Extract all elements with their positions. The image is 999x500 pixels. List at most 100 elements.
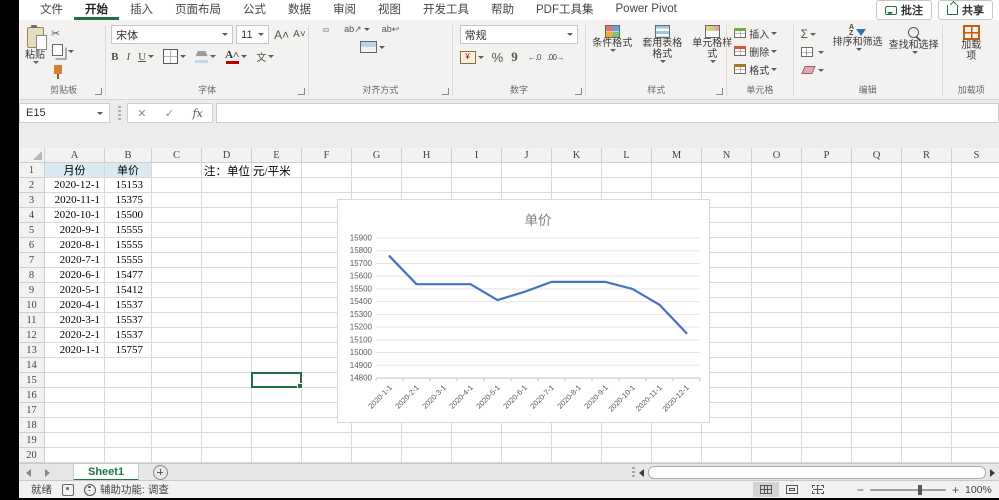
cell-Q19[interactable] [852, 433, 902, 448]
grow-font-button[interactable]: A˄ [274, 28, 289, 42]
cell-B5[interactable]: 15555 [105, 223, 152, 238]
cell-B14[interactable] [105, 358, 152, 373]
hscroll-left-button[interactable] [639, 469, 644, 477]
tab-Power Pivot[interactable]: Power Pivot [605, 0, 688, 20]
sort-filter-button[interactable]: AZ 排序和筛选 [830, 24, 886, 52]
cell-C6[interactable] [152, 238, 202, 253]
sheet-scroll-left-button[interactable] [26, 469, 31, 477]
cell-D2[interactable] [202, 178, 252, 193]
cell-B8[interactable]: 15477 [105, 268, 152, 283]
conditional-formatting-button[interactable]: 条件格式 [587, 24, 637, 53]
cell-P17[interactable] [802, 403, 852, 418]
sheet-tab-sheet1[interactable]: Sheet1 [73, 464, 139, 481]
row-header-3[interactable]: 3 [19, 193, 45, 208]
cell-L2[interactable] [602, 178, 652, 193]
cell-N1[interactable] [702, 163, 752, 178]
cell-O18[interactable] [752, 418, 802, 433]
tab-开发工具[interactable]: 开发工具 [412, 0, 480, 20]
cell-S10[interactable] [952, 298, 999, 313]
cell-C12[interactable] [152, 328, 202, 343]
cell-K20[interactable] [552, 448, 602, 463]
italic-button[interactable]: I [126, 51, 130, 63]
cell-Q10[interactable] [852, 298, 902, 313]
cell-Q12[interactable] [852, 328, 902, 343]
tab-审阅[interactable]: 审阅 [322, 0, 367, 20]
wrap-text-button[interactable]: ab↩ [382, 24, 400, 35]
underline-button[interactable]: U [138, 51, 146, 63]
cell-F1[interactable] [302, 163, 352, 178]
cell-A20[interactable] [45, 448, 105, 463]
zoom-slider-thumb[interactable] [918, 485, 922, 495]
cell-O4[interactable] [752, 208, 802, 223]
cell-R13[interactable] [902, 343, 952, 358]
horizontal-scrollbar-thumb[interactable] [648, 466, 986, 479]
confirm-entry-button[interactable]: ✓ [165, 107, 174, 120]
column-header-E[interactable]: E [252, 148, 302, 163]
accounting-format-button[interactable]: ¥ [460, 51, 476, 64]
cell-S12[interactable] [952, 328, 999, 343]
page-break-view-button[interactable] [805, 482, 831, 497]
cell-A3[interactable]: 2020-11-1 [45, 193, 105, 208]
decrease-indent-button[interactable] [339, 45, 345, 49]
tab-页面布局[interactable]: 页面布局 [164, 0, 232, 20]
align-bottom-button[interactable] [331, 28, 337, 32]
orientation-button[interactable]: ab↗ [344, 24, 362, 35]
tab-split-handle[interactable] [632, 467, 635, 479]
cell-F20[interactable] [302, 448, 352, 463]
cell-A10[interactable]: 2020-4-1 [45, 298, 105, 313]
cell-O13[interactable] [752, 343, 802, 358]
zoom-percentage[interactable]: 100% [965, 484, 999, 496]
delete-cells-button[interactable]: 删除 [732, 42, 779, 60]
cell-K1[interactable] [552, 163, 602, 178]
cell-Q1[interactable] [852, 163, 902, 178]
row-header-15[interactable]: 15 [19, 373, 45, 388]
dialog-launcher-icon[interactable] [442, 88, 449, 95]
paste-button[interactable]: 粘贴 [23, 24, 47, 65]
cell-A7[interactable]: 2020-7-1 [45, 253, 105, 268]
cell-R5[interactable] [902, 223, 952, 238]
name-box[interactable]: E15 [19, 103, 110, 123]
cell-E5[interactable] [252, 223, 302, 238]
cell-C13[interactable] [152, 343, 202, 358]
column-header-D[interactable]: D [202, 148, 252, 163]
copy-button[interactable] [49, 42, 76, 60]
cell-L19[interactable] [602, 433, 652, 448]
cell-B16[interactable] [105, 388, 152, 403]
formula-bar-splitter[interactable] [118, 106, 121, 120]
cell-F2[interactable] [302, 178, 352, 193]
cell-G1[interactable] [352, 163, 402, 178]
cell-A19[interactable] [45, 433, 105, 448]
cell-L1[interactable] [602, 163, 652, 178]
cell-E11[interactable] [252, 313, 302, 328]
cell-D7[interactable] [202, 253, 252, 268]
cell-Q3[interactable] [852, 193, 902, 208]
cell-C16[interactable] [152, 388, 202, 403]
cell-C1[interactable] [152, 163, 202, 178]
cell-G19[interactable] [352, 433, 402, 448]
share-button[interactable]: 共享 [938, 0, 993, 20]
cell-B13[interactable]: 15757 [105, 343, 152, 358]
column-header-J[interactable]: J [502, 148, 552, 163]
tab-公式[interactable]: 公式 [232, 0, 277, 20]
cell-A9[interactable]: 2020-5-1 [45, 283, 105, 298]
cell-P18[interactable] [802, 418, 852, 433]
chart-object[interactable]: 1480014900150001510015200153001540015500… [337, 199, 710, 423]
cell-R11[interactable] [902, 313, 952, 328]
cell-B6[interactable]: 15555 [105, 238, 152, 253]
cell-J1[interactable] [502, 163, 552, 178]
select-all-corner[interactable] [19, 148, 45, 163]
cell-K2[interactable] [552, 178, 602, 193]
cell-N2[interactable] [702, 178, 752, 193]
cell-C4[interactable] [152, 208, 202, 223]
cell-E4[interactable] [252, 208, 302, 223]
cell-B9[interactable]: 15412 [105, 283, 152, 298]
cell-P12[interactable] [802, 328, 852, 343]
normal-view-button[interactable] [753, 482, 779, 497]
cell-O3[interactable] [752, 193, 802, 208]
cell-R20[interactable] [902, 448, 952, 463]
cell-Q16[interactable] [852, 388, 902, 403]
column-header-I[interactable]: I [452, 148, 502, 163]
increase-decimal-button[interactable]: ←.0 [528, 53, 541, 62]
cell-B15[interactable] [105, 373, 152, 388]
cell-A11[interactable]: 2020-3-1 [45, 313, 105, 328]
